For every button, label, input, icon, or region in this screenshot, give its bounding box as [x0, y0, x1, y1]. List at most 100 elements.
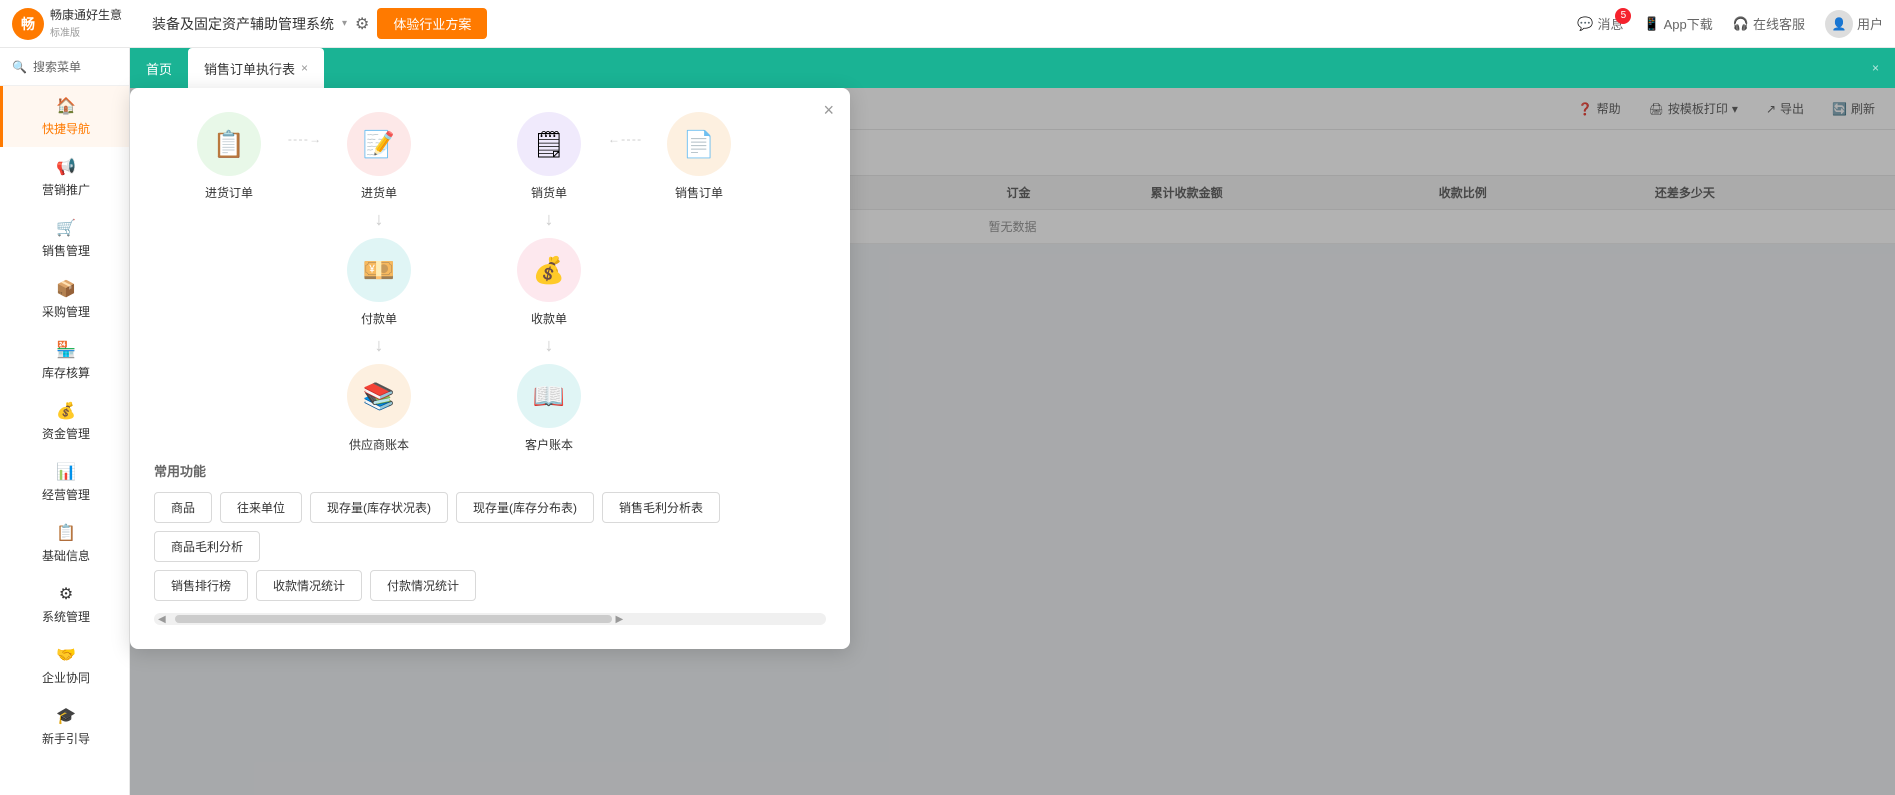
sidebar-item-enterprise[interactable]: 🤝 企业协同 — [0, 635, 129, 696]
finance-icon: 💰 — [56, 401, 76, 421]
sidebar-item-finance[interactable]: 💰 资金管理 — [0, 391, 129, 452]
arrow-down-4: ↓ — [545, 335, 554, 356]
receipt-circle: 💰 — [517, 238, 581, 302]
func-btn-sales-rank[interactable]: 销售排行榜 — [154, 570, 248, 601]
supplier-ledger-circle: 📚 — [347, 364, 411, 428]
func-buttons-row2: 销售排行榜 收款情况统计 付款情况统计 — [154, 570, 826, 601]
search-menu-label: 搜索菜单 — [33, 58, 81, 75]
logo-area: 畅 畅康通好生意 标准版 — [12, 8, 142, 40]
flow-node-payment[interactable]: 💴 付款单 — [347, 238, 411, 327]
sales-order-circle: 📄 — [667, 112, 731, 176]
system-title-dropdown-icon[interactable]: ▾ — [342, 18, 347, 29]
marketing-label: 营销推广 — [42, 181, 90, 198]
message-badge: 5 — [1615, 8, 1631, 24]
finance-label: 资金管理 — [42, 425, 90, 442]
scroll-thumb[interactable] — [175, 615, 612, 623]
func-btn-sales-profit[interactable]: 销售毛利分析表 — [602, 492, 720, 523]
flow-node-supplier-ledger[interactable]: 📚 供应商账本 — [347, 364, 411, 453]
func-btn-stock-dist[interactable]: 现存量(库存分布表) — [456, 492, 594, 523]
tab-bar-close-icon[interactable]: × — [1872, 61, 1879, 75]
user-avatar: 👤 — [1825, 10, 1853, 38]
modal-close-button[interactable]: × — [823, 100, 834, 121]
trial-button[interactable]: 体验行业方案 — [377, 8, 487, 39]
flow-node-receipt[interactable]: 💰 收款单 — [517, 238, 581, 327]
common-functions: 常用功能 商品 往来单位 现存量(库存状况表) 现存量(库存分布表) 销售毛利分… — [154, 461, 826, 601]
func-btn-receipt-stat[interactable]: 收款情况统计 — [256, 570, 362, 601]
operation-icon: 📊 — [56, 462, 76, 482]
enterprise-label: 企业协同 — [42, 669, 90, 686]
sidebar-item-marketing[interactable]: 📢 营销推广 — [0, 147, 129, 208]
purchase-order-circle: 📋 — [197, 112, 261, 176]
sidebar-item-system[interactable]: ⚙ 系统管理 — [0, 574, 129, 635]
arrow-sales-order-to-bill: ← - - - - — [608, 132, 640, 146]
receipt-label: 收款单 — [531, 310, 567, 327]
customer-ledger-circle: 📖 — [517, 364, 581, 428]
download-icon: 📱 — [1643, 16, 1659, 32]
flow-node-purchase-order[interactable]: 📋 进货订单 — [197, 112, 261, 201]
func-buttons-row1: 商品 往来单位 现存量(库存状况表) 现存量(库存分布表) 销售毛利分析表 商品… — [154, 492, 826, 562]
tab-home[interactable]: 首页 — [130, 48, 188, 88]
operation-label: 经营管理 — [42, 486, 90, 503]
top-header: 畅 畅康通好生意 标准版 装备及固定资产辅助管理系统 ▾ ⚙ 体验行业方案 💬 … — [0, 0, 1895, 48]
func-btn-unit[interactable]: 往来单位 — [220, 492, 302, 523]
sales-icon: 🛒 — [56, 218, 76, 238]
system-title-area: 装备及固定资产辅助管理系统 ▾ ⚙ 体验行业方案 — [142, 8, 1577, 39]
flow-node-purchase-bill[interactable]: 📝 进货单 — [347, 112, 411, 201]
purchase-icon: 📦 — [56, 279, 76, 299]
func-btn-stock-status[interactable]: 现存量(库存状况表) — [310, 492, 448, 523]
flow-node-sales-order[interactable]: 📄 销售订单 — [667, 112, 731, 201]
tab-bar: 首页 销售订单执行表 × × — [130, 48, 1895, 88]
sidebar-item-inventory[interactable]: 🏪 库存核算 — [0, 330, 129, 391]
purchase-bill-label: 进货单 — [361, 184, 397, 201]
overlay[interactable]: × 📋 进货订单 - - - - → — [130, 88, 1895, 795]
tab-sales-order-exec[interactable]: 销售订单执行表 × — [188, 48, 324, 88]
scroll-right-arrow[interactable]: ▶ — [612, 614, 628, 625]
sales-bill-label: 销货单 — [531, 184, 567, 201]
quick-nav-modal: × 📋 进货订单 - - - - → — [130, 88, 850, 649]
inventory-label: 库存核算 — [42, 364, 90, 381]
system-label: 系统管理 — [42, 608, 90, 625]
enterprise-icon: 🤝 — [56, 645, 76, 665]
user-name: 用户 — [1857, 14, 1883, 33]
scroll-left-arrow[interactable]: ◀ — [154, 614, 170, 625]
header-right: 💬 消息 5 📱 App下载 🎧 在线客服 👤 用户 — [1577, 10, 1883, 38]
basic-info-label: 基础信息 — [42, 547, 90, 564]
sales-bill-circle: 🗒 — [517, 112, 581, 176]
tab-close-icon[interactable]: × — [301, 61, 308, 75]
search-icon: 🔍 — [12, 60, 27, 74]
arrow-down-3: ↓ — [545, 209, 554, 230]
marketing-icon: 📢 — [56, 157, 76, 177]
func-btn-product-profit[interactable]: 商品毛利分析 — [154, 531, 260, 562]
app-version: 标准版 — [50, 24, 122, 39]
sidebar-item-quick-nav[interactable]: 🏠 快捷导航 — [0, 86, 129, 147]
online-service-label: 在线客服 — [1753, 14, 1805, 33]
search-menu[interactable]: 🔍 搜索菜单 — [0, 48, 129, 86]
message-icon: 💬 — [1577, 16, 1593, 32]
func-btn-payment-stat[interactable]: 付款情况统计 — [370, 570, 476, 601]
settings-icon[interactable]: ⚙ — [355, 14, 369, 34]
app-name: 畅康通好生意 — [50, 8, 122, 24]
flow-node-customer-ledger[interactable]: 📖 客户账本 — [517, 364, 581, 453]
arrow-down-1: ↓ — [375, 209, 384, 230]
flow-node-sales-bill[interactable]: 🗒 销货单 — [517, 112, 581, 201]
content-area: 首页 销售订单执行表 × × ❓ 帮助 🖨 按模板打印 ▾ — [130, 48, 1895, 795]
tab-home-label: 首页 — [146, 59, 172, 78]
sidebar-item-sales[interactable]: 🛒 销售管理 — [0, 208, 129, 269]
message-icon-item[interactable]: 💬 消息 5 — [1577, 14, 1623, 33]
page-content: ❓ 帮助 🖨 按模板打印 ▾ ↗ 导出 🔄 刷新 — [130, 88, 1895, 795]
supplier-ledger-label: 供应商账本 — [349, 436, 409, 453]
sidebar-item-basic-info[interactable]: 📋 基础信息 — [0, 513, 129, 574]
sidebar-item-guide[interactable]: 🎓 新手引导 — [0, 696, 129, 757]
user-area[interactable]: 👤 用户 — [1825, 10, 1883, 38]
system-title-text: 装备及固定资产辅助管理系统 — [152, 14, 334, 34]
arrow-down-2: ↓ — [375, 335, 384, 356]
app-download-item[interactable]: 📱 App下载 — [1643, 14, 1712, 33]
func-btn-product[interactable]: 商品 — [154, 492, 212, 523]
payment-circle: 💴 — [347, 238, 411, 302]
sidebar-item-operation[interactable]: 📊 经营管理 — [0, 452, 129, 513]
system-icon: ⚙ — [59, 584, 73, 604]
main-layout: 🔍 搜索菜单 🏠 快捷导航 📢 营销推广 🛒 销售管理 📦 采购管理 🏪 库存核… — [0, 48, 1895, 795]
sidebar-item-purchase[interactable]: 📦 采购管理 — [0, 269, 129, 330]
online-service-item[interactable]: 🎧 在线客服 — [1733, 14, 1805, 33]
quick-nav-label: 快捷导航 — [42, 120, 90, 137]
